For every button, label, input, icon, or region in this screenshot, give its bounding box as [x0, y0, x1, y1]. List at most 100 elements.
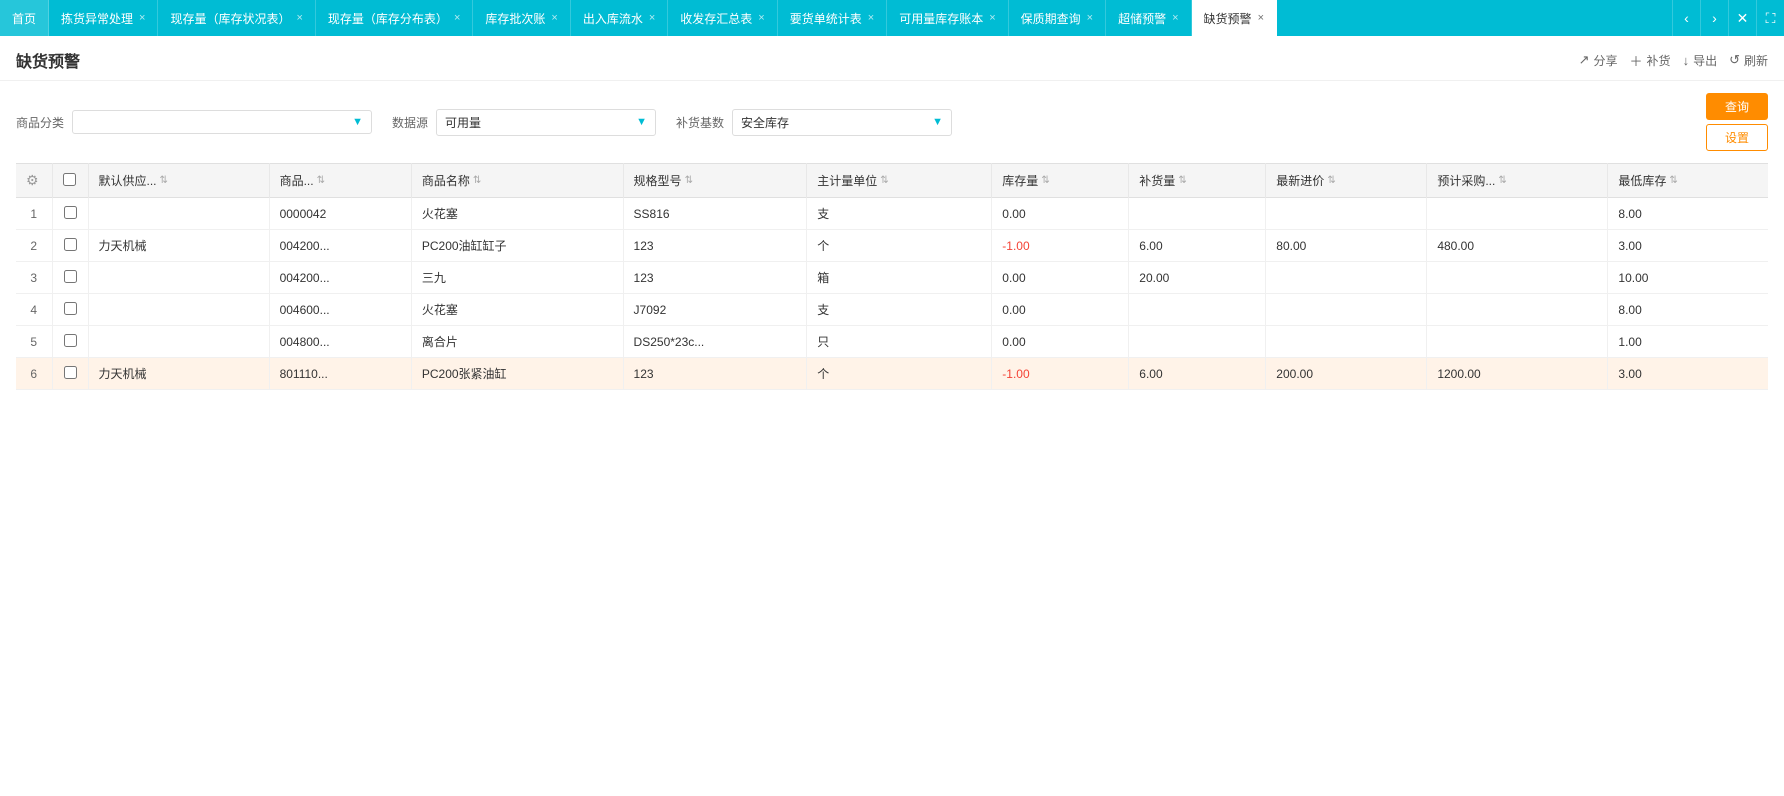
row-minstock-0: 8.00 — [1608, 198, 1768, 230]
row-stock-3: 0.00 — [992, 294, 1129, 326]
sort-icon-replenish: ⇅ — [1178, 175, 1186, 186]
row-num-5: 6 — [16, 358, 52, 390]
tab-available-ledger[interactable]: 可用量库存账本 × — [887, 0, 1008, 36]
tab-receipt-summary[interactable]: 收发存汇总表 × — [668, 0, 777, 36]
datasource-label: 数据源 — [392, 114, 428, 131]
data-table: ⚙ 默认供应... ⇅ 商品... ⇅ — [16, 163, 1768, 390]
tab-close-batch-account[interactable]: × — [551, 12, 557, 24]
replenish-base-select[interactable]: 安全库存 ▼ — [732, 109, 952, 136]
row-code-2: 004200... — [269, 262, 411, 294]
col-replenish-qty[interactable]: 补货量 ⇅ — [1129, 164, 1266, 198]
sort-icon-name: ⇅ — [473, 175, 481, 186]
datasource-select[interactable]: 可用量 ▼ — [436, 109, 656, 136]
tab-close-available-ledger[interactable]: × — [989, 12, 995, 24]
tab-close-order-stats[interactable]: × — [868, 12, 874, 24]
category-select[interactable]: ▼ — [72, 110, 372, 134]
table-row: 6 力天机械 801110... PC200张紧油缸 123 个 -1.00 6… — [16, 358, 1768, 390]
row-checkbox-2[interactable] — [64, 270, 77, 283]
row-minstock-2: 10.00 — [1608, 262, 1768, 294]
table-row: 4 004600... 火花塞 J7092 支 0.00 8.00 — [16, 294, 1768, 326]
row-spec-0: SS816 — [623, 198, 807, 230]
row-name-3: 火花塞 — [411, 294, 623, 326]
tab-close-expiry-query[interactable]: × — [1087, 12, 1093, 24]
row-checkbox-3[interactable] — [64, 302, 77, 315]
row-supplier-2 — [88, 262, 269, 294]
row-supplier-4 — [88, 326, 269, 358]
col-est-purchase[interactable]: 预计采购... ⇅ — [1427, 164, 1608, 198]
row-est-2 — [1427, 262, 1608, 294]
tab-abnormal[interactable]: 拣货异常处理 × — [49, 0, 158, 36]
replenish-button[interactable]: ＋ 补货 — [1630, 51, 1671, 70]
share-button[interactable]: ↗ 分享 — [1579, 52, 1618, 69]
main-content: 缺货预警 ↗ 分享 ＋ 补货 ↓ 导出 ↺ 刷新 商品分类 — [0, 36, 1784, 796]
col-product-name[interactable]: 商品名称 ⇅ — [411, 164, 623, 198]
col-spec[interactable]: 规格型号 ⇅ — [623, 164, 807, 198]
tab-nav-prev[interactable]: ‹ — [1672, 0, 1700, 36]
tab-close-stock-dist[interactable]: × — [454, 12, 460, 24]
row-spec-5: 123 — [623, 358, 807, 390]
row-checkbox-0[interactable] — [64, 206, 77, 219]
row-name-0: 火花塞 — [411, 198, 623, 230]
tab-close-receipt-summary[interactable]: × — [758, 12, 764, 24]
filter-group-category: 商品分类 ▼ — [16, 110, 372, 134]
row-checkbox-cell-5 — [52, 358, 88, 390]
sort-icon-minstock: ⇅ — [1669, 175, 1677, 186]
row-minstock-1: 3.00 — [1608, 230, 1768, 262]
row-code-5: 801110... — [269, 358, 411, 390]
category-label: 商品分类 — [16, 114, 64, 131]
settings-button[interactable]: 设置 — [1706, 124, 1768, 151]
header-actions: ↗ 分享 ＋ 补货 ↓ 导出 ↺ 刷新 — [1579, 51, 1768, 70]
tab-home[interactable]: 首页 — [0, 0, 49, 36]
tab-close-inout-flow[interactable]: × — [649, 12, 655, 24]
col-min-stock[interactable]: 最低库存 ⇅ — [1608, 164, 1768, 198]
row-spec-2: 123 — [623, 262, 807, 294]
row-unit-0: 支 — [807, 198, 992, 230]
tab-nav-next[interactable]: › — [1700, 0, 1728, 36]
table-container: ⚙ 默认供应... ⇅ 商品... ⇅ — [0, 163, 1784, 390]
row-minstock-3: 8.00 — [1608, 294, 1768, 326]
tab-close-shortage[interactable]: × — [1258, 12, 1264, 24]
tab-close-stock-status[interactable]: × — [296, 12, 302, 24]
tab-close-overstock[interactable]: × — [1172, 12, 1178, 24]
settings-gear-icon[interactable]: ⚙ — [26, 172, 39, 188]
row-checkbox-5[interactable] — [64, 366, 77, 379]
refresh-icon: ↺ — [1729, 52, 1740, 68]
row-name-5: PC200张紧油缸 — [411, 358, 623, 390]
share-icon: ↗ — [1579, 52, 1590, 68]
row-price-5: 200.00 — [1266, 358, 1427, 390]
page-title: 缺货预警 — [16, 48, 80, 72]
tab-order-stats[interactable]: 要货单统计表 × — [778, 0, 887, 36]
tab-expiry-query[interactable]: 保质期查询 × — [1009, 0, 1106, 36]
row-checkbox-1[interactable] — [64, 238, 77, 251]
tab-inout-flow[interactable]: 出入库流水 × — [571, 0, 668, 36]
tab-shortage[interactable]: 缺货预警 × — [1192, 0, 1277, 36]
row-stock-0: 0.00 — [992, 198, 1129, 230]
tab-stock-dist[interactable]: 现存量（库存分布表） × — [316, 0, 473, 36]
col-unit[interactable]: 主计量单位 ⇅ — [807, 164, 992, 198]
export-button[interactable]: ↓ 导出 — [1683, 52, 1718, 69]
row-unit-2: 箱 — [807, 262, 992, 294]
row-checkbox-4[interactable] — [64, 334, 77, 347]
refresh-button[interactable]: ↺ 刷新 — [1729, 52, 1768, 69]
tab-batch-account[interactable]: 库存批次账 × — [473, 0, 570, 36]
table-body: 1 0000042 火花塞 SS816 支 0.00 8.00 2 力天机械 0… — [16, 198, 1768, 390]
datasource-value: 可用量 — [445, 114, 481, 131]
select-all-checkbox[interactable] — [63, 173, 76, 186]
row-num-3: 4 — [16, 294, 52, 326]
col-default-supplier[interactable]: 默认供应... ⇅ — [88, 164, 269, 198]
col-product-code[interactable]: 商品... ⇅ — [269, 164, 411, 198]
row-replenish-5: 6.00 — [1129, 358, 1266, 390]
sort-icon-supplier: ⇅ — [160, 175, 168, 186]
col-stock[interactable]: 库存量 ⇅ — [992, 164, 1129, 198]
tab-overstock[interactable]: 超储预警 × — [1106, 0, 1191, 36]
sort-icon-price: ⇅ — [1327, 175, 1335, 186]
row-stock-1: -1.00 — [992, 230, 1129, 262]
col-settings: ⚙ — [16, 164, 52, 198]
tab-nav-close[interactable]: ✕ — [1728, 0, 1756, 36]
replenish-base-label: 补货基数 — [676, 114, 724, 131]
query-button[interactable]: 查询 — [1706, 93, 1768, 120]
tab-close-abnormal[interactable]: × — [139, 12, 145, 24]
tab-nav-expand[interactable]: ⛶ — [1756, 0, 1784, 36]
tab-stock-status[interactable]: 现存量（库存状况表） × — [158, 0, 315, 36]
col-latest-price[interactable]: 最新进价 ⇅ — [1266, 164, 1427, 198]
